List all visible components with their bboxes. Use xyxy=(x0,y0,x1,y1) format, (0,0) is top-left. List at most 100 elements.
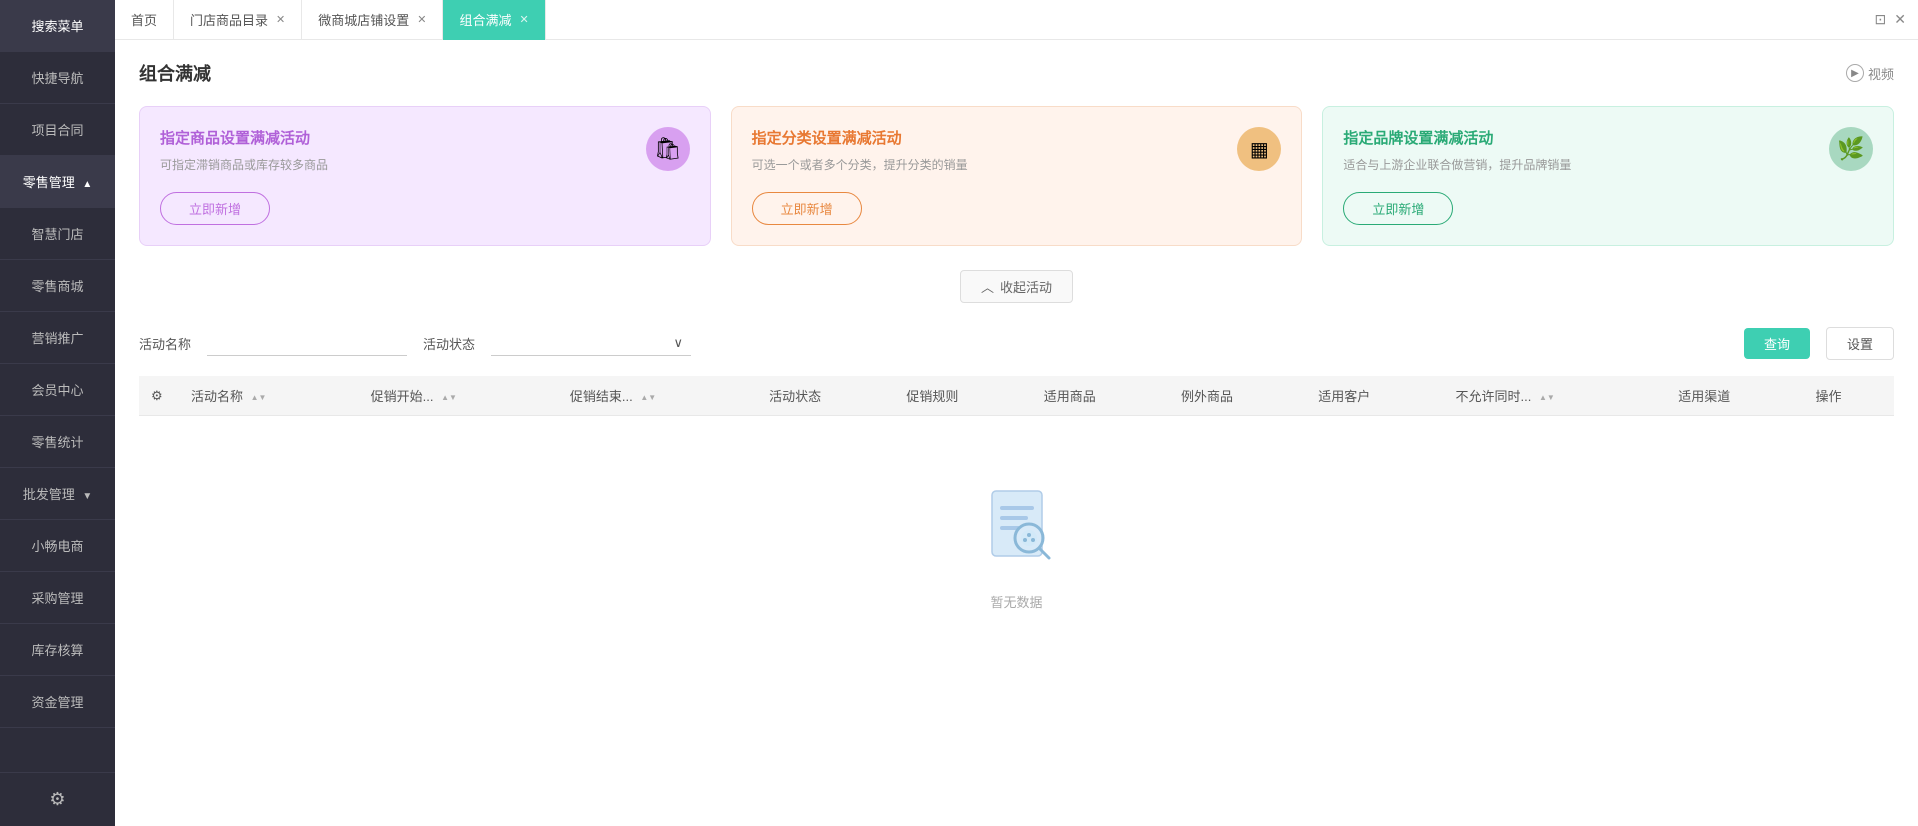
col-label: 活动状态 xyxy=(769,389,821,404)
sidebar-item-purchase-mgmt[interactable]: 采购管理 xyxy=(0,572,115,624)
chevron-down-icon: ∨ xyxy=(674,335,684,351)
col-settings[interactable]: ⚙ xyxy=(139,376,179,416)
brand-add-button[interactable]: 立即新增 xyxy=(1343,192,1453,225)
col-promo-end[interactable]: 促销结束... ▲▼ xyxy=(558,376,757,416)
page-header: 组合满减 ▶ 视频 xyxy=(139,60,1894,86)
category-card-desc: 可选一个或者多个分类，提升分类的销量 xyxy=(752,156,1282,180)
settings-button[interactable]: 设置 xyxy=(1826,327,1894,360)
activity-name-label: 活动名称 xyxy=(139,334,191,353)
tab-store-catalog[interactable]: 门店商品目录 ✕ xyxy=(174,0,302,40)
filter-row: 活动名称 活动状态 ∨ 查询 设置 xyxy=(139,327,1894,360)
col-activity-name[interactable]: 活动名称 ▲▼ xyxy=(179,376,359,416)
tab-label: 首页 xyxy=(131,10,157,29)
table-header: ⚙ 活动名称 ▲▼ 促销开始... ▲▼ 促销结束... ▲▼ xyxy=(139,376,1894,416)
tab-combo-discount[interactable]: 组合满减 ✕ xyxy=(443,0,545,40)
sidebar-item-label: 零售商城 xyxy=(31,279,83,294)
category-card-title: 指定分类设置满减活动 xyxy=(752,127,1282,148)
goods-card-desc: 可指定滞销商品或库存较多商品 xyxy=(160,156,690,180)
sidebar-item-label: 零售管理 xyxy=(23,175,75,190)
goods-add-button[interactable]: 立即新增 xyxy=(160,192,270,225)
sort-icon: ▲▼ xyxy=(251,393,267,402)
col-label: 活动名称 xyxy=(191,389,243,404)
goods-discount-card: 🛍 指定商品设置满减活动 可指定滞销商品或库存较多商品 立即新增 xyxy=(139,106,711,246)
play-icon: ▶ xyxy=(1846,64,1864,82)
col-label: 不允许同时... xyxy=(1456,389,1532,404)
sidebar-item-label: 营销推广 xyxy=(31,331,83,346)
col-promo-rule: 促销规则 xyxy=(894,376,1031,416)
chevron-up-icon: ︿ xyxy=(981,277,994,296)
restore-icon[interactable]: ⊡ xyxy=(1875,11,1887,28)
category-add-button[interactable]: 立即新增 xyxy=(752,192,862,225)
chevron-down-icon: ▼ xyxy=(82,491,92,502)
col-operations: 操作 xyxy=(1804,376,1894,416)
col-applicable-channel: 适用渠道 xyxy=(1666,376,1803,416)
sidebar-item-project-contract[interactable]: 项目合同 xyxy=(0,104,115,156)
col-label: 促销开始... xyxy=(371,389,434,404)
tab-home[interactable]: 首页 xyxy=(115,0,174,40)
brand-discount-card: 🌿 指定品牌设置满减活动 适合与上游企业联合做营销，提升品牌销量 立即新增 xyxy=(1322,106,1894,246)
close-window-icon[interactable]: ✕ xyxy=(1894,11,1906,28)
sidebar-item-marketing[interactable]: 营销推广 xyxy=(0,312,115,364)
tab-bar: 首页 门店商品目录 ✕ 微商城店铺设置 ✕ 组合满减 ✕ ⊡ ✕ xyxy=(115,0,1918,40)
collapse-button[interactable]: ︿ 收起活动 xyxy=(960,270,1073,303)
window-controls: ⊡ ✕ xyxy=(1863,11,1918,28)
sidebar-item-funds-mgmt[interactable]: 资金管理 xyxy=(0,676,115,728)
collapse-label: 收起活动 xyxy=(1000,277,1052,296)
sidebar-item-label: 搜索菜单 xyxy=(31,19,83,34)
close-icon[interactable]: ✕ xyxy=(520,13,529,26)
col-activity-status: 活动状态 xyxy=(757,376,894,416)
tab-label: 门店商品目录 xyxy=(190,10,268,29)
settings-icon[interactable]: ⚙ xyxy=(0,772,115,826)
sidebar-item-retail-stats[interactable]: 零售统计 xyxy=(0,416,115,468)
sort-icon: ▲▼ xyxy=(441,393,457,402)
sidebar-item-retail-mall[interactable]: 零售商城 xyxy=(0,260,115,312)
page-content: 组合满减 ▶ 视频 🛍 指定商品设置满减活动 可指定滞销商品或库存较多商品 立即… xyxy=(115,40,1918,826)
sidebar-item-xiaochangec[interactable]: 小畅电商 xyxy=(0,520,115,572)
activity-name-input[interactable] xyxy=(207,332,407,356)
sidebar-item-label: 库存核算 xyxy=(31,643,83,658)
tab-wechat-settings[interactable]: 微商城店铺设置 ✕ xyxy=(302,0,443,40)
sidebar-item-wholesale-mgmt[interactable]: 批发管理 ▼ xyxy=(0,468,115,520)
sidebar-item-search-menu[interactable]: 搜索菜单 xyxy=(0,0,115,52)
col-excluded-goods: 例外商品 xyxy=(1169,376,1306,416)
col-applicable-goods: 适用商品 xyxy=(1032,376,1169,416)
col-no-concurrent[interactable]: 不允许同时... ▲▼ xyxy=(1444,376,1667,416)
data-table: ⚙ 活动名称 ▲▼ 促销开始... ▲▼ 促销结束... ▲▼ xyxy=(139,376,1894,416)
sidebar-item-retail-mgmt[interactable]: 零售管理 ▲ xyxy=(0,156,115,208)
sidebar-item-label: 快捷导航 xyxy=(31,71,83,86)
category-discount-card: ▦ 指定分类设置满减活动 可选一个或者多个分类，提升分类的销量 立即新增 xyxy=(731,106,1303,246)
col-label: 促销规则 xyxy=(906,389,958,404)
sidebar-item-label: 资金管理 xyxy=(31,695,83,710)
sidebar-item-label: 批发管理 xyxy=(23,487,75,502)
sidebar-item-smart-store[interactable]: 智慧门店 xyxy=(0,208,115,260)
empty-state: 暂无数据 xyxy=(139,416,1894,651)
brand-card-title: 指定品牌设置满减活动 xyxy=(1343,127,1873,148)
table-header-row: ⚙ 活动名称 ▲▼ 促销开始... ▲▼ 促销结束... ▲▼ xyxy=(139,376,1894,416)
video-link[interactable]: ▶ 视频 xyxy=(1846,64,1894,83)
query-button[interactable]: 查询 xyxy=(1744,328,1810,359)
video-label: 视频 xyxy=(1868,64,1894,83)
sidebar-item-inventory[interactable]: 库存核算 xyxy=(0,624,115,676)
sidebar-item-label: 零售统计 xyxy=(31,435,83,450)
goods-icon: 🛍 xyxy=(646,127,690,171)
tab-label: 组合满减 xyxy=(459,10,511,29)
col-label: 适用渠道 xyxy=(1678,389,1730,404)
close-icon[interactable]: ✕ xyxy=(417,13,426,26)
activity-status-label: 活动状态 xyxy=(423,334,475,353)
sidebar-item-label: 智慧门店 xyxy=(31,227,83,242)
col-applicable-customer: 适用客户 xyxy=(1306,376,1443,416)
empty-illustration xyxy=(967,476,1067,576)
close-icon[interactable]: ✕ xyxy=(276,13,285,26)
page-title: 组合满减 xyxy=(139,60,211,86)
col-label: 适用客户 xyxy=(1318,389,1370,404)
collapse-bar: ︿ 收起活动 xyxy=(139,262,1894,311)
col-promo-start[interactable]: 促销开始... ▲▼ xyxy=(359,376,558,416)
col-label: 例外商品 xyxy=(1181,389,1233,404)
tab-label: 微商城店铺设置 xyxy=(318,10,409,29)
activity-status-select[interactable]: ∨ xyxy=(491,331,691,356)
sidebar-item-member-center[interactable]: 会员中心 xyxy=(0,364,115,416)
col-label: 操作 xyxy=(1816,389,1842,404)
brand-icon: 🌿 xyxy=(1829,127,1873,171)
sidebar: 搜索菜单 快捷导航 项目合同 零售管理 ▲ 智慧门店 零售商城 营销推广 会员中… xyxy=(0,0,115,826)
sidebar-item-quick-nav[interactable]: 快捷导航 xyxy=(0,52,115,104)
